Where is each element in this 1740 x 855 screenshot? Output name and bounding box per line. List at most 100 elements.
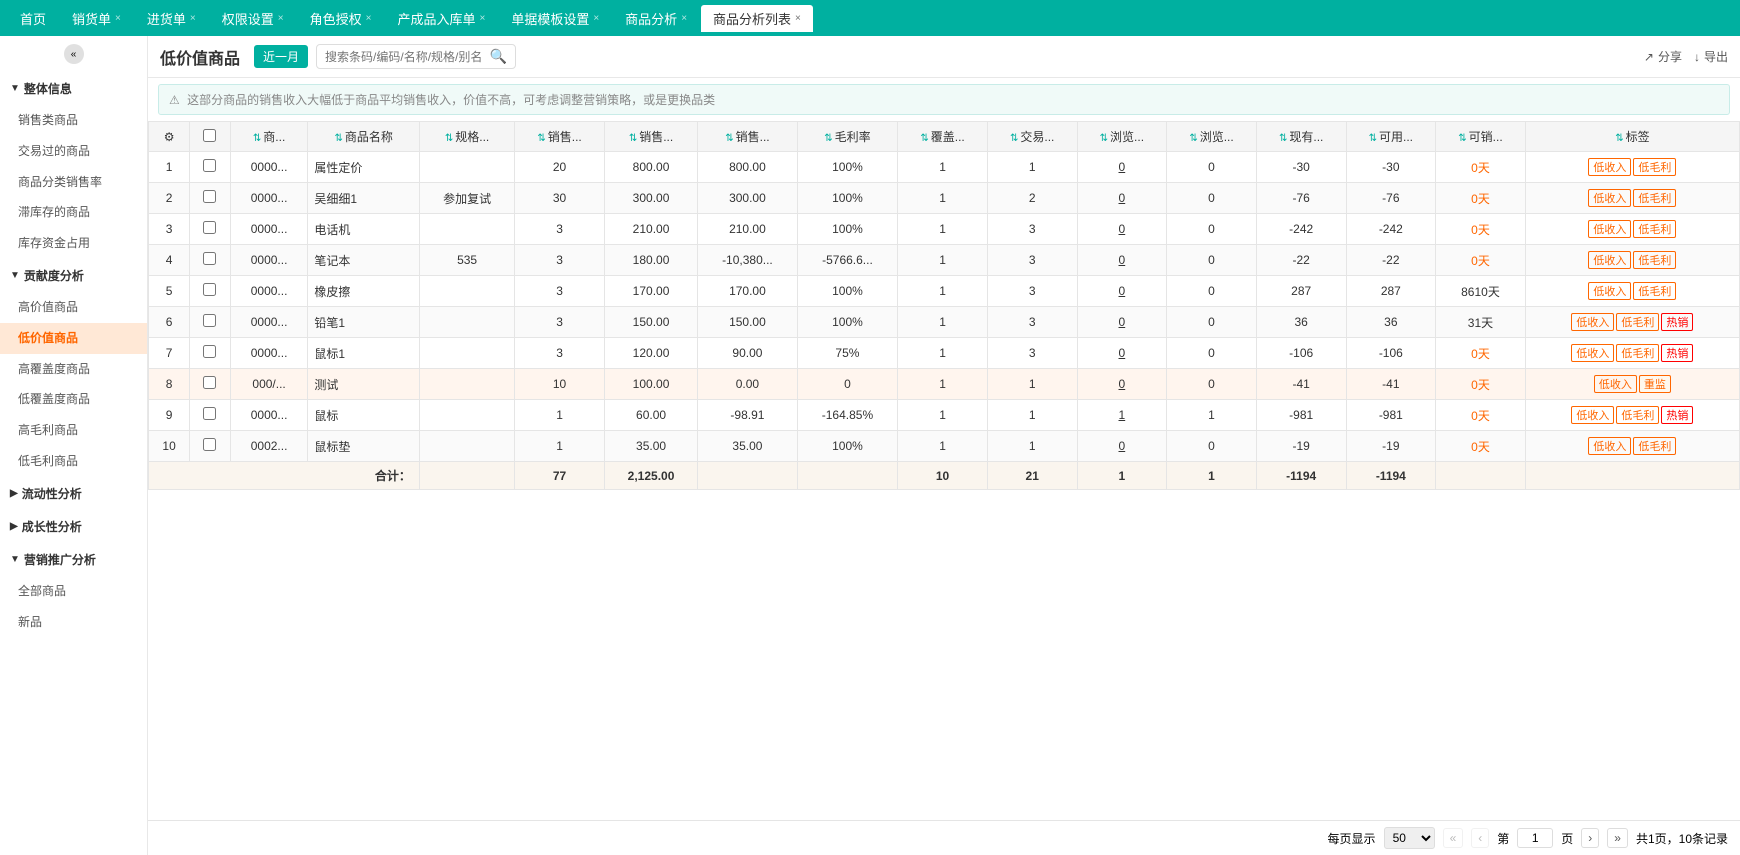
nav-close-btn[interactable]: × [479, 13, 485, 24]
browse1-link[interactable]: 0 [1119, 315, 1126, 329]
row-browse1[interactable]: 0 [1077, 183, 1167, 214]
browse2-col-header[interactable]: ⇅浏览... [1167, 122, 1257, 152]
row-checkbox[interactable] [190, 183, 231, 214]
nav-item-权限设置[interactable]: 权限设置× [210, 5, 296, 32]
export-button[interactable]: ↓ 导出 [1694, 48, 1728, 65]
search-icon[interactable]: 🔍 [490, 48, 507, 65]
sidebar-item-高价值商品[interactable]: 高价值商品 [0, 292, 147, 323]
browse1-link[interactable]: 1 [1119, 408, 1126, 422]
row-select-checkbox[interactable] [203, 190, 216, 203]
sidebar-item-销售类商品[interactable]: 销售类商品 [0, 105, 147, 136]
nav-item-产成品入库单[interactable]: 产成品入库单× [385, 5, 497, 32]
select-all-checkbox[interactable] [203, 129, 216, 142]
cover-col-header[interactable]: ⇅覆盖... [898, 122, 988, 152]
nav-item-进货单[interactable]: 进货单× [135, 5, 208, 32]
nav-item-角色授权[interactable]: 角色授权× [298, 5, 384, 32]
sidebar-group-成长性分析[interactable]: ▶成长性分析 [0, 510, 147, 543]
row-select-checkbox[interactable] [203, 283, 216, 296]
time-badge[interactable]: 近一月 [254, 45, 308, 68]
sidebar-group-整体信息[interactable]: ▼整体信息 [0, 72, 147, 105]
row-checkbox[interactable] [190, 431, 231, 462]
available-col-header[interactable]: ⇅可用... [1346, 122, 1436, 152]
row-checkbox[interactable] [190, 338, 231, 369]
sidebar-group-流动性分析[interactable]: ▶流动性分析 [0, 477, 147, 510]
row-select-checkbox[interactable] [203, 345, 216, 358]
sidebar-item-高毛利商品[interactable]: 高毛利商品 [0, 415, 147, 446]
nav-item-商品分析[interactable]: 商品分析× [613, 5, 699, 32]
nav-item-单据模板设置[interactable]: 单据模板设置× [499, 5, 611, 32]
search-input[interactable] [325, 50, 486, 64]
row-browse1[interactable]: 0 [1077, 276, 1167, 307]
sidebar-item-商品分类销售率[interactable]: 商品分类销售率 [0, 167, 147, 198]
sidebar-item-低覆盖度商品[interactable]: 低覆盖度商品 [0, 384, 147, 415]
row-checkbox[interactable] [190, 369, 231, 400]
row-checkbox[interactable] [190, 400, 231, 431]
qty-col-header[interactable]: ⇅销售... [515, 122, 605, 152]
nav-close-btn[interactable]: × [115, 13, 121, 24]
browse1-link[interactable]: 0 [1119, 346, 1126, 360]
sidebar-item-库存资金占用[interactable]: 库存资金占用 [0, 228, 147, 259]
table-wrapper[interactable]: ⚙ ⇅商... ⇅商品名称 ⇅规格... ⇅销售... ⇅销售... ⇅销售..… [148, 121, 1740, 820]
sidebar-item-高覆盖度商品[interactable]: 高覆盖度商品 [0, 354, 147, 385]
price-col-header[interactable]: ⇅销售... [604, 122, 697, 152]
row-select-checkbox[interactable] [203, 438, 216, 451]
tags-col-header[interactable]: ⇅标签 [1525, 122, 1739, 152]
nav-close-btn[interactable]: × [795, 13, 801, 24]
row-checkbox[interactable] [190, 152, 231, 183]
row-browse1[interactable]: 0 [1077, 431, 1167, 462]
nav-item-商品分析列表[interactable]: 商品分析列表× [701, 5, 813, 32]
first-page-btn[interactable]: « [1443, 828, 1464, 848]
row-checkbox[interactable] [190, 307, 231, 338]
nav-close-btn[interactable]: × [593, 13, 599, 24]
name-col-header[interactable]: ⇅商品名称 [308, 122, 420, 152]
row-select-checkbox[interactable] [203, 252, 216, 265]
sidebar-item-滞库存的商品[interactable]: 滞库存的商品 [0, 197, 147, 228]
trade-col-header[interactable]: ⇅交易... [987, 122, 1077, 152]
row-select-checkbox[interactable] [203, 407, 216, 420]
spec-col-header[interactable]: ⇅规格... [419, 122, 514, 152]
row-browse1[interactable]: 0 [1077, 245, 1167, 276]
nav-item-销货单[interactable]: 销货单× [60, 5, 133, 32]
sidebar-collapse-btn[interactable]: « [64, 44, 84, 64]
row-browse1[interactable]: 1 [1077, 400, 1167, 431]
browse1-col-header[interactable]: ⇅浏览... [1077, 122, 1167, 152]
nav-close-btn[interactable]: × [190, 13, 196, 24]
sidebar-item-低价值商品[interactable]: 低价值商品 [0, 323, 147, 354]
row-checkbox[interactable] [190, 214, 231, 245]
row-select-checkbox[interactable] [203, 376, 216, 389]
share-button[interactable]: ↗ 分享 [1644, 48, 1682, 65]
browse1-link[interactable]: 0 [1119, 160, 1126, 174]
prev-page-btn[interactable]: ‹ [1471, 828, 1489, 848]
checkbox-col-header[interactable] [190, 122, 231, 152]
browse1-link[interactable]: 0 [1119, 377, 1126, 391]
sidebar-item-交易过的商品[interactable]: 交易过的商品 [0, 136, 147, 167]
settings-col-header[interactable]: ⚙ [149, 122, 190, 152]
row-browse1[interactable]: 0 [1077, 369, 1167, 400]
row-browse1[interactable]: 0 [1077, 307, 1167, 338]
page-number-input[interactable] [1517, 828, 1553, 848]
browse1-link[interactable]: 0 [1119, 222, 1126, 236]
last-page-btn[interactable]: » [1607, 828, 1628, 848]
sidebar-item-低毛利商品[interactable]: 低毛利商品 [0, 446, 147, 477]
sidebar-group-贡献度分析[interactable]: ▼贡献度分析 [0, 259, 147, 292]
per-page-select[interactable]: 50 100 200 [1384, 827, 1435, 849]
nav-close-btn[interactable]: × [278, 13, 284, 24]
sidebar-group-营销推广分析[interactable]: ▼营销推广分析 [0, 543, 147, 576]
browse1-link[interactable]: 0 [1119, 191, 1126, 205]
code-col-header[interactable]: ⇅商... [230, 122, 308, 152]
row-checkbox[interactable] [190, 245, 231, 276]
row-select-checkbox[interactable] [203, 221, 216, 234]
row-checkbox[interactable] [190, 276, 231, 307]
amount-col-header[interactable]: ⇅销售... [698, 122, 798, 152]
nav-item-首页[interactable]: 首页 [8, 5, 58, 32]
row-browse1[interactable]: 0 [1077, 152, 1167, 183]
row-browse1[interactable]: 0 [1077, 214, 1167, 245]
nav-close-btn[interactable]: × [681, 13, 687, 24]
sidebar-item-新品[interactable]: 新品 [0, 607, 147, 638]
row-select-checkbox[interactable] [203, 314, 216, 327]
nav-close-btn[interactable]: × [366, 13, 372, 24]
browse1-link[interactable]: 0 [1119, 284, 1126, 298]
gross-col-header[interactable]: ⇅毛利率 [797, 122, 898, 152]
row-select-checkbox[interactable] [203, 159, 216, 172]
sellable-col-header[interactable]: ⇅可销... [1436, 122, 1526, 152]
